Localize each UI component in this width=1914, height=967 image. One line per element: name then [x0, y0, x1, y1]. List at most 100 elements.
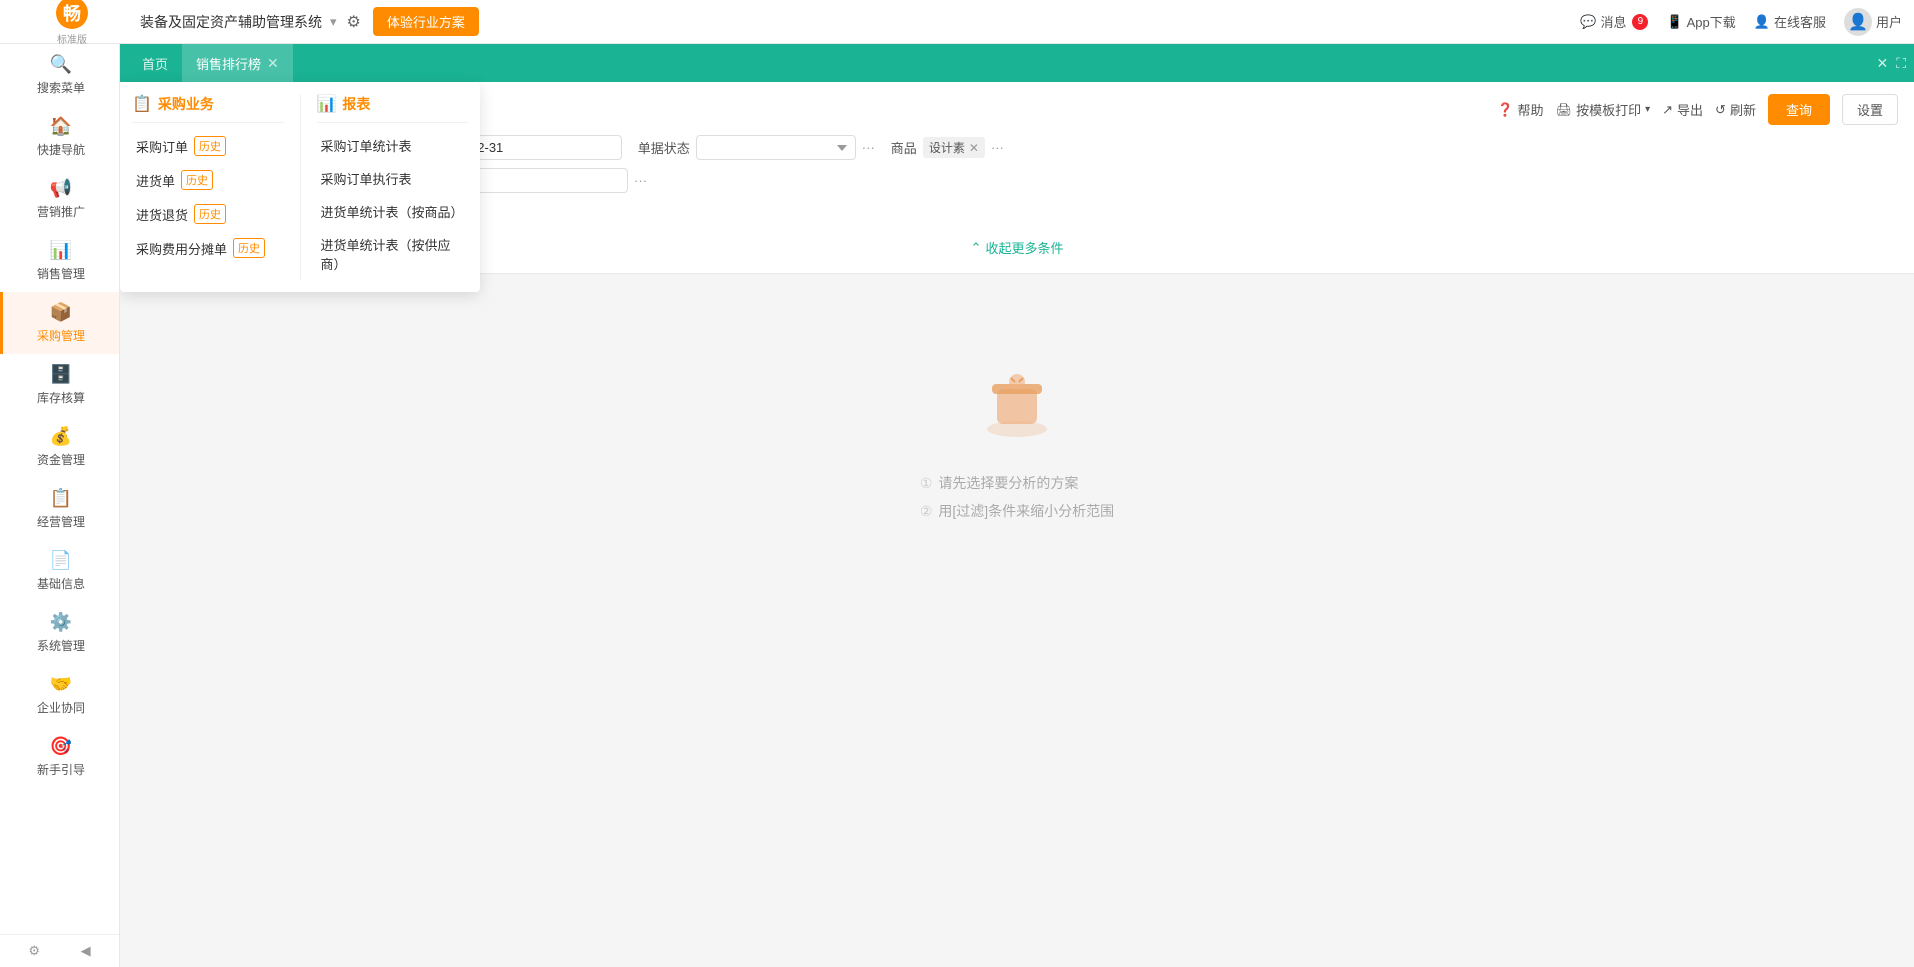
sidebar-item-sales[interactable]: 📊 销售管理: [0, 230, 119, 292]
sidebar-label-marketing: 营销推广: [37, 203, 85, 220]
query-btn[interactable]: 查询: [1768, 94, 1830, 125]
sidebar-item-cooperation[interactable]: 🤝 企业协同: [0, 664, 119, 726]
hist-badge-purchase-order[interactable]: 历史: [194, 136, 226, 156]
order-status-label: 单据状态: [638, 138, 690, 157]
app-download-icon: 📱: [1666, 14, 1682, 30]
dropdown-col1-label: 采购业务: [158, 94, 214, 114]
dropdown-col2-label: 报表: [342, 94, 370, 114]
print-arrow-icon: ▾: [1645, 104, 1650, 115]
dropdown-col-purchase: 📋 采购业务 采购订单 历史 进货单 历史 进货退货: [120, 94, 296, 280]
goods-tag-close[interactable]: ✕: [969, 141, 979, 155]
dropdown-item-inbound[interactable]: 进货单 历史: [132, 163, 284, 197]
logo-subtitle: 标准版: [57, 31, 87, 46]
sidebar-item-guide[interactable]: 🎯 新手引导: [0, 726, 119, 788]
dropdown-item-order-stats[interactable]: 采购订单统计表: [317, 129, 469, 162]
online-service-icon: 👤: [1754, 14, 1770, 30]
dropdown-item-order-exec[interactable]: 采购订单执行表: [317, 162, 469, 195]
collapse-arrow-icon: ⌃: [971, 240, 982, 256]
help-btn[interactable]: ❓ 帮助: [1497, 100, 1543, 119]
message-badge: 9: [1632, 14, 1648, 30]
order-status-ellipsis[interactable]: ···: [862, 140, 875, 155]
help-label: 帮助: [1518, 100, 1544, 119]
hist-badge-expense[interactable]: 历史: [233, 238, 265, 258]
dropdown-item-label-inbound: 进货单: [136, 171, 175, 190]
print-label: 按模板打印: [1576, 100, 1641, 119]
goods-tag: 设计素 ✕: [923, 137, 985, 158]
dropdown-item-inbound-goods[interactable]: 进货单统计表（按商品）: [317, 195, 469, 228]
operations-icon: 📋: [50, 488, 72, 509]
message-btn[interactable]: 💬 消息 9: [1580, 12, 1648, 31]
refresh-btn[interactable]: ↺ 刷新: [1715, 100, 1756, 119]
goods-ellipsis[interactable]: ···: [991, 140, 1004, 155]
basic-info-icon: 📄: [50, 550, 72, 571]
finance-icon: 💰: [50, 426, 72, 447]
sidebar-item-basic-info[interactable]: 📄 基础信息: [0, 540, 119, 602]
system-gear-icon[interactable]: ⚙: [347, 12, 361, 32]
empty-tip-2: ② 用[过滤]条件来缩小分析范围: [920, 501, 1114, 521]
inventory-icon: 🗄️: [50, 364, 72, 385]
sidebar-label-search: 搜索菜单: [37, 79, 85, 96]
hist-badge-return[interactable]: 历史: [194, 204, 226, 224]
title-dropdown-arrow[interactable]: ▾: [330, 14, 337, 30]
user-avatar-icon: 👤: [1844, 8, 1872, 36]
empty-tip-label-1: 请先选择要分析的方案: [938, 473, 1078, 493]
tab-bar: 首页 销售排行榜 ✕ ✕ ⛶ 📋 采购业务: [120, 44, 1914, 82]
dropdown-col2-title: 📊 报表: [317, 94, 469, 123]
dropdown-item-return[interactable]: 进货退货 历史: [132, 197, 284, 231]
industry-btn[interactable]: 体验行业方案: [373, 7, 479, 36]
dropdown-item-label-order-stats: 采购订单统计表: [321, 136, 412, 155]
online-service-btn[interactable]: 👤 在线客服: [1754, 12, 1826, 31]
sidebar-item-marketing[interactable]: 📢 营销推广: [0, 168, 119, 230]
export-icon: ↗: [1662, 102, 1673, 118]
main-layout: 🔍 搜索菜单 🏠 快捷导航 📢 营销推广 📊 销售管理 📦 采购管理 🗄️ 库存…: [0, 44, 1914, 967]
order-status-select[interactable]: [696, 135, 856, 160]
dropdown-item-label-return: 进货退货: [136, 205, 188, 224]
header-right: 💬 消息 9 📱 App下载 👤 在线客服 👤 用户: [1580, 8, 1902, 36]
sidebar-label-guide: 新手引导: [37, 761, 85, 778]
dropdown-divider: [300, 94, 301, 280]
sidebar-item-system[interactable]: ⚙️ 系统管理: [0, 602, 119, 664]
sidebar-item-inventory[interactable]: 🗄️ 库存核算: [0, 354, 119, 416]
tab-home[interactable]: 首页: [128, 44, 182, 82]
purchase-icon: 📦: [50, 302, 72, 323]
empty-tip-label-2: 用[过滤]条件来缩小分析范围: [938, 501, 1114, 521]
tab-close-icon[interactable]: ✕: [267, 55, 279, 72]
content-area: 首页 销售排行榜 ✕ ✕ ⛶ 📋 采购业务: [120, 44, 1914, 967]
system-icon: ⚙️: [50, 612, 72, 633]
dropdown-item-label-inbound-goods: 进货单统计表（按商品）: [321, 202, 464, 221]
sidebar-label-inventory: 库存核算: [37, 389, 85, 406]
dropdown-item-purchase-order[interactable]: 采购订单 历史: [132, 129, 284, 163]
sidebar-item-search[interactable]: 🔍 搜索菜单: [0, 44, 119, 106]
tab-window-expand-icon[interactable]: ⛶: [1896, 55, 1906, 72]
sidebar-item-nav[interactable]: 🏠 快捷导航: [0, 106, 119, 168]
sidebar-settings-icon[interactable]: ⚙: [28, 943, 40, 959]
dropdown-item-label-order-exec: 采购订单执行表: [321, 169, 412, 188]
dropdown-item-expense[interactable]: 采购费用分摊单 历史: [132, 231, 284, 265]
logo-area: 畅 标准版: [12, 0, 132, 46]
sidebar-item-operations[interactable]: 📋 经营管理: [0, 478, 119, 540]
settings-btn[interactable]: 设置: [1842, 94, 1898, 125]
order-status-filter: 单据状态 ···: [638, 135, 875, 160]
dropdown-col-reports: 📊 报表 采购订单统计表 采购订单执行表 进货单统计表（按商品）: [305, 94, 481, 280]
export-btn[interactable]: ↗ 导出: [1662, 100, 1703, 119]
tab-sales-rank[interactable]: 销售排行榜 ✕: [182, 44, 293, 82]
salesperson-ellipsis[interactable]: ···: [634, 173, 647, 188]
empty-tips: ① 请先选择要分析的方案 ② 用[过滤]条件来缩小分析范围: [920, 473, 1114, 521]
dropdown-columns: 📋 采购业务 采购订单 历史 进货单 历史 进货退货: [120, 94, 480, 280]
empty-state: ① 请先选择要分析的方案 ② 用[过滤]条件来缩小分析范围: [120, 274, 1914, 601]
user-btn[interactable]: 👤 用户: [1844, 8, 1902, 36]
hist-badge-inbound[interactable]: 历史: [181, 170, 213, 190]
sidebar-label-finance: 资金管理: [37, 451, 85, 468]
online-service-label: 在线客服: [1774, 12, 1826, 31]
sidebar-item-finance[interactable]: 💰 资金管理: [0, 416, 119, 478]
guide-icon: 🎯: [50, 736, 72, 757]
sidebar-item-purchase[interactable]: 📦 采购管理: [0, 292, 119, 354]
print-btn[interactable]: 🖨 按模板打印 ▾: [1556, 100, 1651, 119]
sidebar-collapse-icon[interactable]: ◀: [81, 943, 91, 959]
message-icon: 💬: [1580, 14, 1596, 30]
dropdown-item-inbound-supplier[interactable]: 进货单统计表（按供应商）: [317, 228, 469, 280]
goods-tag-value: 设计素: [929, 139, 965, 156]
tab-window-close-icon[interactable]: ✕: [1876, 55, 1888, 72]
tab-sales-rank-label: 销售排行榜: [196, 54, 261, 73]
app-download-btn[interactable]: 📱 App下载: [1666, 12, 1735, 31]
